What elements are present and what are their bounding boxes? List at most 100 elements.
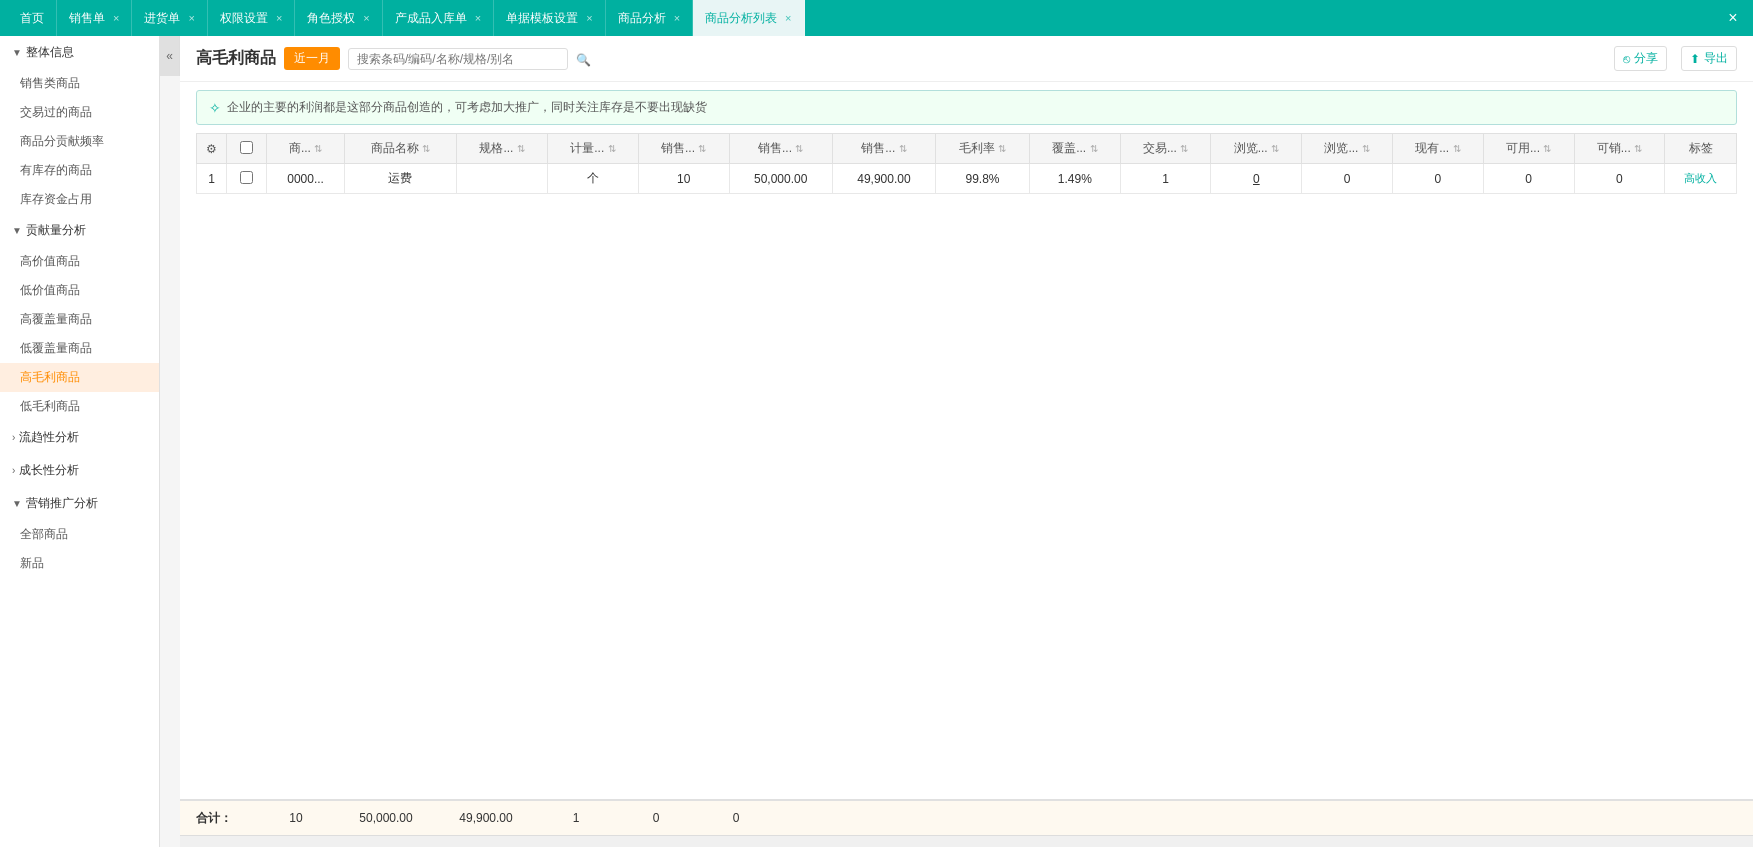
close-purchase-order[interactable]: × bbox=[188, 12, 194, 24]
close-product-analysis[interactable]: × bbox=[674, 12, 680, 24]
sort-icon-name[interactable]: ⇅ bbox=[422, 143, 430, 154]
sidebar-item-new-goods[interactable]: 新品 bbox=[0, 549, 159, 578]
sidebar-item-low-margin[interactable]: 低毛利商品 bbox=[0, 392, 159, 421]
sidebar-item-high-margin[interactable]: 高毛利商品 bbox=[0, 363, 159, 392]
window-close-button[interactable]: × bbox=[1721, 6, 1745, 30]
share-button[interactable]: ⎋ 分享 bbox=[1614, 46, 1667, 71]
tab-product-analysis[interactable]: 商品分析 × bbox=[606, 0, 693, 36]
sort-icon-spec[interactable]: ⇅ bbox=[517, 143, 525, 154]
row-current-stock: 0 bbox=[1393, 164, 1484, 194]
col-settings[interactable]: ⚙ bbox=[197, 134, 227, 164]
sidebar-item-inventory-capital[interactable]: 库存资金占用 bbox=[0, 185, 159, 214]
table-container: ⚙ 商... ⇅ 商品名称 ⇅ bbox=[180, 133, 1753, 799]
col-browse-rate[interactable]: 浏览... ⇅ bbox=[1211, 134, 1302, 164]
sidebar-item-all-goods[interactable]: 全部商品 bbox=[0, 520, 159, 549]
arrow-trend: › bbox=[12, 432, 15, 443]
search-button[interactable]: 🔍 bbox=[576, 51, 591, 67]
col-gross-margin[interactable]: 毛利率 ⇅ bbox=[936, 134, 1030, 164]
col-transactions[interactable]: 交易... ⇅ bbox=[1120, 134, 1211, 164]
sidebar-group-growth[interactable]: › 成长性分析 bbox=[0, 454, 159, 487]
sidebar-wrapper: ▼ 整体信息 销售类商品 交易过的商品 商品分贡献频率 有库存的商品 库存资金占… bbox=[0, 36, 180, 847]
sort-icon-current-stock[interactable]: ⇅ bbox=[1453, 143, 1461, 154]
sidebar-group-contribution[interactable]: ▼ 贡献量分析 bbox=[0, 214, 159, 247]
export-button[interactable]: ⬆ 导出 bbox=[1681, 46, 1737, 71]
row-browse-count: 0 bbox=[1302, 164, 1393, 194]
close-sales-order[interactable]: × bbox=[113, 12, 119, 24]
close-role-auth[interactable]: × bbox=[363, 12, 369, 24]
tab-role-auth[interactable]: 角色授权 × bbox=[295, 0, 382, 36]
tab-home[interactable]: 首页 bbox=[8, 0, 57, 36]
row-name[interactable]: 运费 bbox=[344, 164, 457, 194]
col-sellable-stock[interactable]: 可销... ⇅ bbox=[1574, 134, 1665, 164]
col-sales-amount[interactable]: 销售... ⇅ bbox=[729, 134, 832, 164]
settings-icon[interactable]: ⚙ bbox=[206, 142, 217, 156]
sidebar-group-overall[interactable]: ▼ 整体信息 bbox=[0, 36, 159, 69]
sidebar-item-low-value[interactable]: 低价值商品 bbox=[0, 276, 159, 305]
tab-template-settings[interactable]: 单据模板设置 × bbox=[494, 0, 605, 36]
col-current-stock[interactable]: 现有... ⇅ bbox=[1393, 134, 1484, 164]
row-unit: 个 bbox=[548, 164, 639, 194]
close-permission-settings[interactable]: × bbox=[276, 12, 282, 24]
sidebar-item-low-coverage[interactable]: 低覆盖量商品 bbox=[0, 334, 159, 363]
sort-icon-sales-qty[interactable]: ⇅ bbox=[698, 143, 706, 154]
sort-icon-code[interactable]: ⇅ bbox=[314, 143, 322, 154]
row-coverage: 1.49% bbox=[1029, 164, 1120, 194]
search-input[interactable] bbox=[348, 48, 568, 70]
sort-icon-browse-rate[interactable]: ⇅ bbox=[1271, 143, 1279, 154]
select-all-checkbox[interactable] bbox=[240, 141, 253, 154]
sort-icon-available-stock[interactable]: ⇅ bbox=[1543, 143, 1551, 154]
col-available-stock[interactable]: 可用... ⇅ bbox=[1483, 134, 1574, 164]
col-name[interactable]: 商品名称 ⇅ bbox=[344, 134, 457, 164]
sort-icon-transactions[interactable]: ⇅ bbox=[1180, 143, 1188, 154]
horizontal-scrollbar[interactable] bbox=[180, 835, 1753, 847]
tab-permission-settings[interactable]: 权限设置 × bbox=[208, 0, 295, 36]
filter-period-button[interactable]: 近一月 bbox=[284, 47, 340, 70]
sort-icon-gross-margin[interactable]: ⇅ bbox=[998, 143, 1006, 154]
col-tag[interactable]: 标签 bbox=[1665, 134, 1737, 164]
sidebar-item-high-value[interactable]: 高价值商品 bbox=[0, 247, 159, 276]
tab-sales-order[interactable]: 销售单 × bbox=[57, 0, 132, 36]
col-sales-cost[interactable]: 销售... ⇅ bbox=[832, 134, 935, 164]
close-product-analysis-list[interactable]: × bbox=[785, 12, 791, 24]
sidebar-collapse-button[interactable]: « bbox=[160, 36, 180, 76]
col-sales-qty[interactable]: 销售... ⇅ bbox=[638, 134, 729, 164]
row-sales-qty: 10 bbox=[638, 164, 729, 194]
row-code[interactable]: 0000... bbox=[267, 164, 344, 194]
search-icon: 🔍 bbox=[576, 53, 591, 67]
row-index: 1 bbox=[197, 164, 227, 194]
col-code[interactable]: 商... ⇅ bbox=[267, 134, 344, 164]
sidebar-item-sales-goods[interactable]: 销售类商品 bbox=[0, 69, 159, 98]
sort-icon-coverage[interactable]: ⇅ bbox=[1090, 143, 1098, 154]
footer-cells: 10 50,000.00 49,900.00 1 0 0 bbox=[256, 811, 1737, 825]
col-checkbox[interactable] bbox=[227, 134, 267, 164]
col-coverage[interactable]: 覆盖... ⇅ bbox=[1029, 134, 1120, 164]
col-browse-count[interactable]: 浏览... ⇅ bbox=[1302, 134, 1393, 164]
row-checkbox[interactable] bbox=[240, 171, 253, 184]
tab-product-analysis-list[interactable]: 商品分析列表 × bbox=[693, 0, 804, 36]
content-area: 高毛利商品 近一月 🔍 ⎋ 分享 ⬆ 导出 ✧ 企业的主要的利润都是这部分商品创… bbox=[180, 36, 1753, 847]
col-spec[interactable]: 规格... ⇅ bbox=[457, 134, 548, 164]
row-sales-cost: 49,900.00 bbox=[832, 164, 935, 194]
sidebar-group-marketing[interactable]: ▼ 营销推广分析 bbox=[0, 487, 159, 520]
sort-icon-browse-count[interactable]: ⇅ bbox=[1362, 143, 1370, 154]
row-checkbox-cell[interactable] bbox=[227, 164, 267, 194]
row-sales-amount: 50,000.00 bbox=[729, 164, 832, 194]
top-nav: 首页 销售单 × 进货单 × 权限设置 × 角色授权 × 产成品入库单 × 单据… bbox=[0, 0, 1753, 36]
sort-icon-unit[interactable]: ⇅ bbox=[608, 143, 616, 154]
sort-icon-sales-amount[interactable]: ⇅ bbox=[795, 143, 803, 154]
tab-product-inbound[interactable]: 产成品入库单 × bbox=[383, 0, 494, 36]
sidebar-item-high-coverage[interactable]: 高覆盖量商品 bbox=[0, 305, 159, 334]
sort-icon-sellable-stock[interactable]: ⇅ bbox=[1634, 143, 1642, 154]
row-browse-rate[interactable]: 0 bbox=[1211, 164, 1302, 194]
tab-purchase-order[interactable]: 进货单 × bbox=[132, 0, 207, 36]
close-template-settings[interactable]: × bbox=[586, 12, 592, 24]
sidebar-item-contrib-rate[interactable]: 商品分贡献频率 bbox=[0, 127, 159, 156]
sidebar-item-traded-goods[interactable]: 交易过的商品 bbox=[0, 98, 159, 127]
sidebar-group-trend[interactable]: › 流趋性分析 bbox=[0, 421, 159, 454]
close-product-inbound[interactable]: × bbox=[475, 12, 481, 24]
row-sellable-stock: 0 bbox=[1574, 164, 1665, 194]
page-title: 高毛利商品 bbox=[196, 48, 276, 69]
sidebar-item-in-stock[interactable]: 有库存的商品 bbox=[0, 156, 159, 185]
sort-icon-sales-cost[interactable]: ⇅ bbox=[899, 143, 907, 154]
col-unit[interactable]: 计量... ⇅ bbox=[548, 134, 639, 164]
